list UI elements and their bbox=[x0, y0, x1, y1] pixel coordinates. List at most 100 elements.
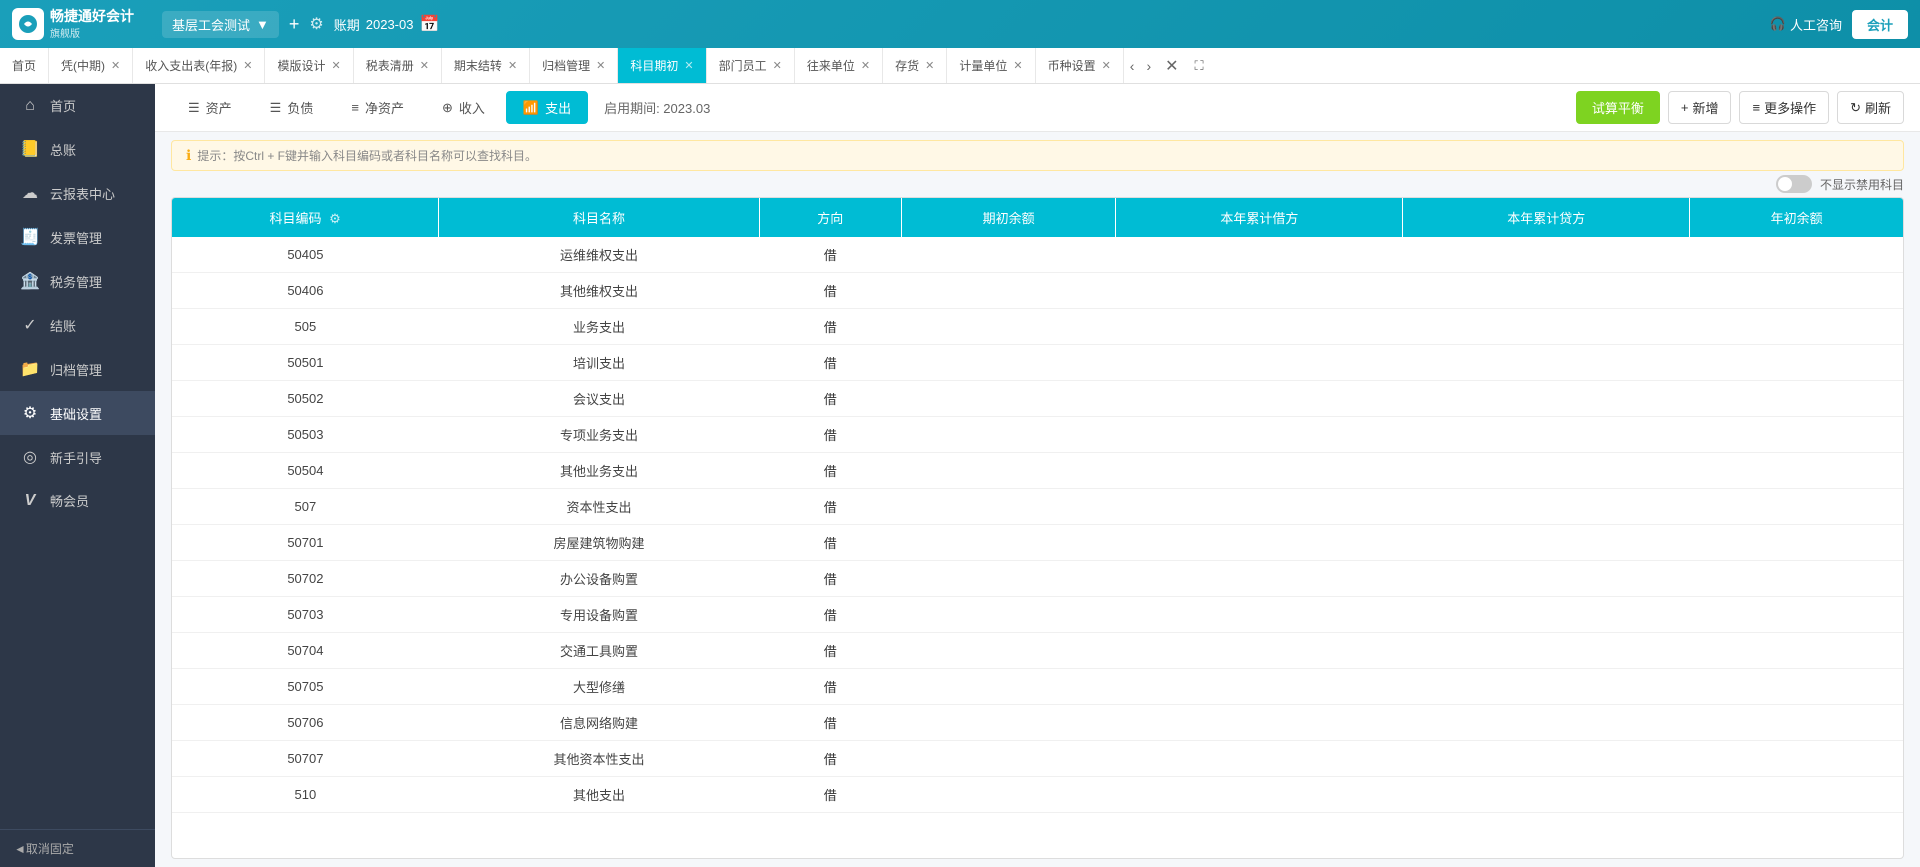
table-row[interactable]: 50704 交通工具购置 借 bbox=[172, 633, 1903, 669]
cell-opening-balance bbox=[901, 489, 1116, 525]
tab-nav-prev[interactable]: ‹ bbox=[1124, 48, 1141, 83]
tab-tax[interactable]: 税表清册 ✕ bbox=[354, 48, 442, 83]
tab-currency-label: 币种设置 bbox=[1048, 57, 1096, 74]
tab-subject-initial[interactable]: 科目期初 ✕ bbox=[618, 48, 706, 83]
col-ytd-debit: 本年累计借方 bbox=[1116, 198, 1403, 237]
table-body: 50405 运维维权支出 借 50406 其他维权支出 借 505 业务支出 借… bbox=[172, 237, 1903, 813]
cell-opening-balance bbox=[901, 345, 1116, 381]
subtab-net-assets[interactable]: ≡ 净资产 bbox=[334, 91, 421, 124]
col-direction: 方向 bbox=[759, 198, 901, 237]
tab-currency[interactable]: 币种设置 ✕ bbox=[1036, 48, 1124, 83]
table-row[interactable]: 50406 其他维权支出 借 bbox=[172, 273, 1903, 309]
cell-year-opening bbox=[1690, 273, 1903, 309]
tab-tax-close[interactable]: ✕ bbox=[420, 59, 429, 72]
tab-archive-close[interactable]: ✕ bbox=[596, 59, 605, 72]
tab-template[interactable]: 模版设计 ✕ bbox=[265, 48, 353, 83]
cell-name: 其他业务支出 bbox=[439, 453, 759, 489]
refresh-button[interactable]: ↻ 刷新 bbox=[1837, 91, 1904, 124]
home-icon: ⌂ bbox=[20, 97, 40, 115]
tab-income-report[interactable]: 收入支出表(年报) ✕ bbox=[133, 48, 265, 83]
table-row[interactable]: 507 资本性支出 借 bbox=[172, 489, 1903, 525]
table-row[interactable]: 50703 专用设备购置 借 bbox=[172, 597, 1903, 633]
table-row[interactable]: 50503 专项业务支出 借 bbox=[172, 417, 1903, 453]
tab-inventory[interactable]: 存货 ✕ bbox=[883, 48, 947, 83]
sidebar-collapse[interactable]: ◄取消固定 bbox=[0, 829, 155, 867]
balance-button[interactable]: 试算平衡 bbox=[1576, 91, 1660, 124]
subtab-liabilities[interactable]: ☰ 负债 bbox=[253, 91, 331, 124]
subtab-assets[interactable]: ☰ 资产 bbox=[171, 91, 249, 124]
disabled-toggle[interactable] bbox=[1776, 175, 1812, 193]
cell-direction: 借 bbox=[759, 561, 901, 597]
table-row[interactable]: 50502 会议支出 借 bbox=[172, 381, 1903, 417]
table-row[interactable]: 50702 办公设备购置 借 bbox=[172, 561, 1903, 597]
sidebar-item-archive[interactable]: 📁 归档管理 bbox=[0, 347, 155, 391]
table-row[interactable]: 50504 其他业务支出 借 bbox=[172, 453, 1903, 489]
sidebar-item-reports[interactable]: ☁ 云报表中心 bbox=[0, 171, 155, 215]
cell-ytd-debit bbox=[1116, 633, 1403, 669]
fullscreen-button[interactable]: ⛶ bbox=[1187, 48, 1212, 83]
tab-template-close[interactable]: ✕ bbox=[331, 59, 340, 72]
add-icon[interactable]: + bbox=[289, 14, 300, 35]
cell-ytd-debit bbox=[1116, 705, 1403, 741]
tab-home-label: 首页 bbox=[12, 57, 36, 74]
sidebar-item-invoices[interactable]: 🧾 发票管理 bbox=[0, 215, 155, 259]
tab-counterparty-label: 往来单位 bbox=[807, 57, 855, 74]
tab-income-report-label: 收入支出表(年报) bbox=[145, 57, 237, 74]
cell-direction: 借 bbox=[759, 273, 901, 309]
tab-inventory-close[interactable]: ✕ bbox=[925, 59, 934, 72]
col-code-settings-icon[interactable]: ⚙ bbox=[329, 211, 341, 226]
collapse-label: ◄取消固定 bbox=[14, 840, 74, 857]
tab-carry-forward-close[interactable]: ✕ bbox=[508, 59, 517, 72]
sidebar-item-tax[interactable]: 🏦 税务管理 bbox=[0, 259, 155, 303]
settings-icon[interactable]: ⚙ bbox=[309, 14, 323, 34]
table-row[interactable]: 50706 信息网络购建 借 bbox=[172, 705, 1903, 741]
tab-subject-initial-close[interactable]: ✕ bbox=[684, 59, 693, 72]
sidebar-item-guide[interactable]: ◎ 新手引导 bbox=[0, 435, 155, 479]
table-row[interactable]: 50501 培训支出 借 bbox=[172, 345, 1903, 381]
tab-counterparty-close[interactable]: ✕ bbox=[861, 59, 870, 72]
account-type-button[interactable]: 会计 bbox=[1852, 10, 1908, 39]
tab-unit-close[interactable]: ✕ bbox=[1013, 59, 1022, 72]
more-button[interactable]: ≡ 更多操作 bbox=[1739, 91, 1829, 124]
header-actions: 🎧 人工咨询 会计 bbox=[1770, 10, 1908, 39]
cell-ytd-credit bbox=[1403, 777, 1690, 813]
table-row[interactable]: 50701 房屋建筑物购建 借 bbox=[172, 525, 1903, 561]
cell-ytd-credit bbox=[1403, 417, 1690, 453]
tab-currency-close[interactable]: ✕ bbox=[1102, 59, 1111, 72]
cell-opening-balance bbox=[901, 633, 1116, 669]
tab-voucher-close[interactable]: ✕ bbox=[111, 59, 120, 72]
sidebar-item-vip[interactable]: V 畅会员 bbox=[0, 479, 155, 522]
sidebar-item-close-accounts[interactable]: ✓ 结账 bbox=[0, 303, 155, 347]
tab-carry-forward[interactable]: 期末结转 ✕ bbox=[442, 48, 530, 83]
tab-counterparty[interactable]: 往来单位 ✕ bbox=[795, 48, 883, 83]
table-row[interactable]: 50705 大型修缮 借 bbox=[172, 669, 1903, 705]
tab-department[interactable]: 部门员工 ✕ bbox=[707, 48, 795, 83]
tab-department-close[interactable]: ✕ bbox=[773, 59, 782, 72]
table-row[interactable]: 50707 其他资本性支出 借 bbox=[172, 741, 1903, 777]
subtab-income[interactable]: ⊕ 收入 bbox=[425, 91, 502, 124]
tab-voucher[interactable]: 凭(中期) ✕ bbox=[49, 48, 133, 83]
tab-archive[interactable]: 归档管理 ✕ bbox=[530, 48, 618, 83]
sidebar-item-home[interactable]: ⌂ 首页 bbox=[0, 84, 155, 127]
cell-direction: 借 bbox=[759, 345, 901, 381]
tab-unit[interactable]: 计量单位 ✕ bbox=[947, 48, 1035, 83]
tab-home[interactable]: 首页 bbox=[0, 48, 49, 83]
sidebar-item-settings[interactable]: ⚙ 基础设置 bbox=[0, 391, 155, 435]
cell-name: 会议支出 bbox=[439, 381, 759, 417]
support-button[interactable]: 🎧 人工咨询 bbox=[1770, 15, 1842, 34]
tab-nav-next[interactable]: › bbox=[1140, 48, 1157, 83]
sidebar-home-label: 首页 bbox=[50, 96, 76, 115]
table-row[interactable]: 505 业务支出 借 bbox=[172, 309, 1903, 345]
cell-ytd-debit bbox=[1116, 309, 1403, 345]
table-row[interactable]: 510 其他支出 借 bbox=[172, 777, 1903, 813]
tab-close-all[interactable]: ✕ bbox=[1157, 48, 1186, 83]
add-button[interactable]: + 新增 bbox=[1668, 91, 1732, 124]
calendar-icon[interactable]: 📅 bbox=[419, 14, 439, 34]
cell-code: 50705 bbox=[172, 669, 439, 705]
sidebar-item-ledger[interactable]: 📒 总账 bbox=[0, 127, 155, 171]
table-row[interactable]: 50405 运维维权支出 借 bbox=[172, 237, 1903, 273]
tab-income-report-close[interactable]: ✕ bbox=[243, 59, 252, 72]
company-selector[interactable]: 基层工会测试 ▼ bbox=[162, 11, 279, 38]
period-label: 账期 bbox=[334, 15, 360, 34]
subtab-expenditure[interactable]: 📶 支出 bbox=[506, 91, 588, 124]
